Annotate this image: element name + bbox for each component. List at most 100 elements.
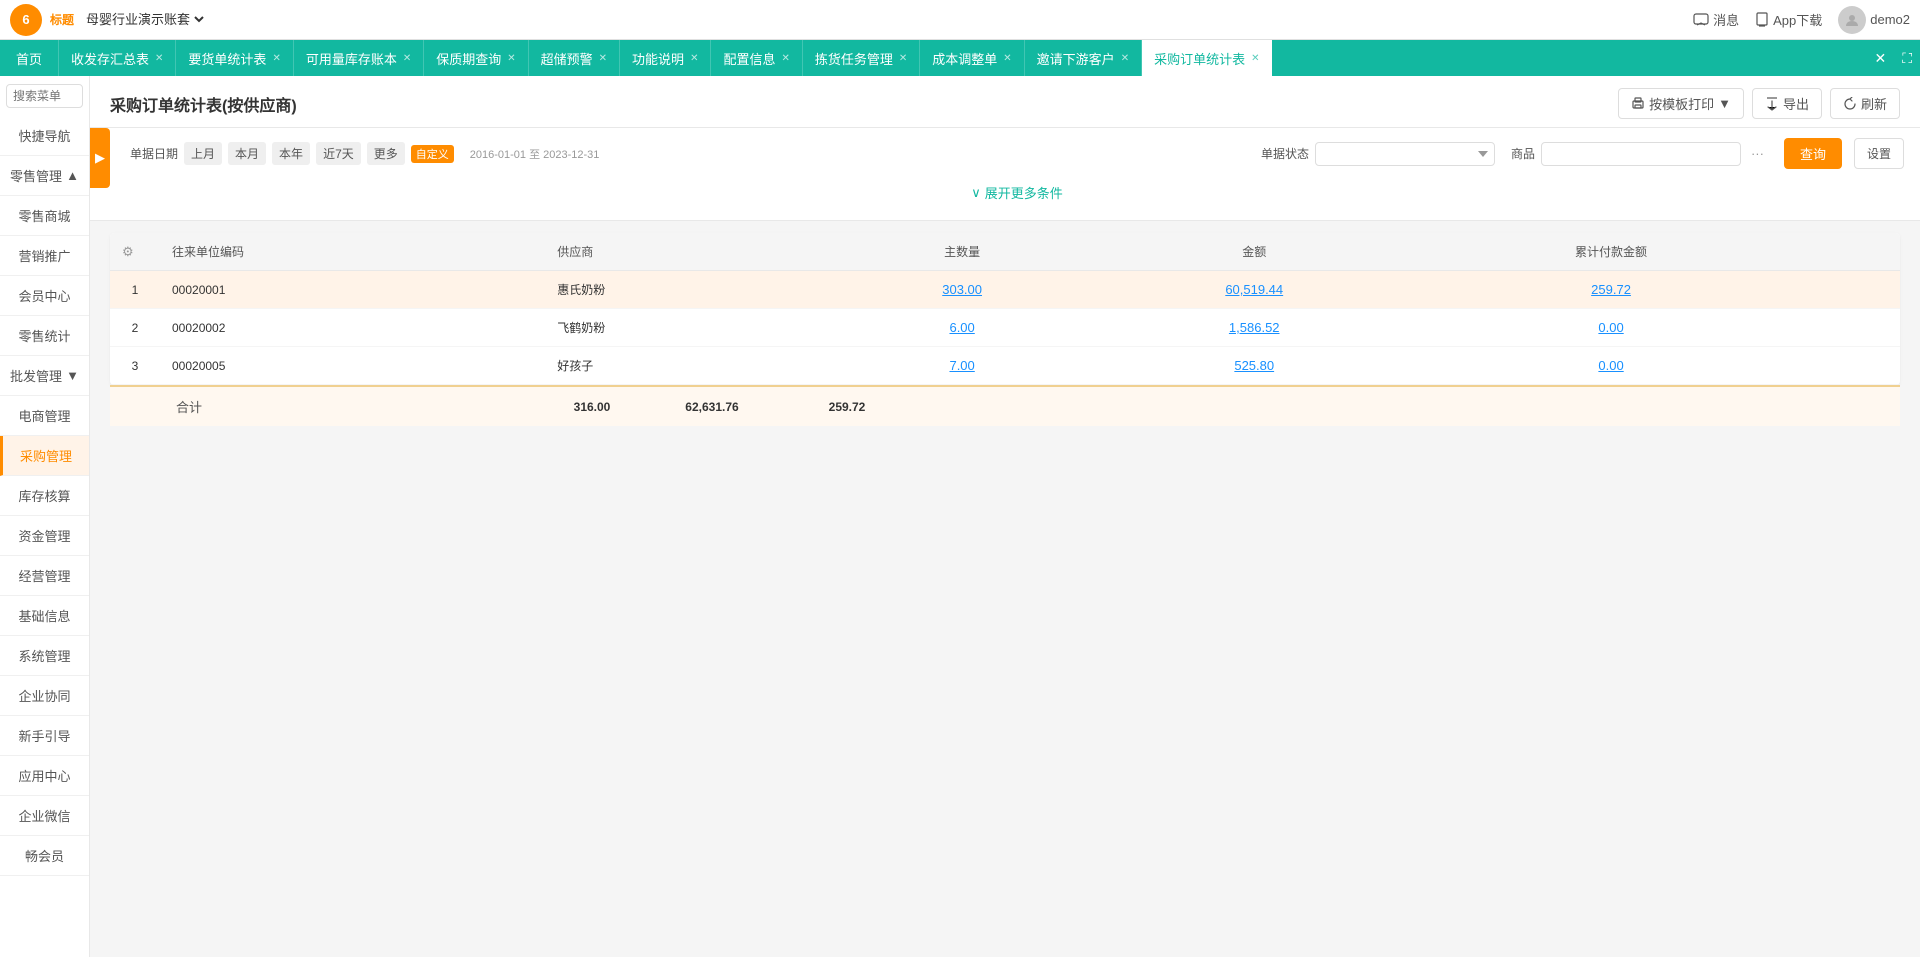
table-container: ⚙ 往来单位编码 供应商 主数量 金额 累计付款金额 1 00020001 bbox=[90, 221, 1920, 957]
print-icon bbox=[1631, 97, 1645, 111]
app-download-link[interactable]: App下载 bbox=[1755, 10, 1822, 29]
refresh-button[interactable]: 刷新 bbox=[1830, 88, 1900, 119]
date-this-month[interactable]: 本月 bbox=[228, 142, 266, 165]
qty-link-3[interactable]: 7.00 bbox=[949, 358, 974, 373]
query-button[interactable]: 查询 bbox=[1784, 138, 1842, 169]
close-tab-cost-adjust[interactable]: ✕ bbox=[1003, 53, 1011, 64]
sidebar-item-newbie[interactable]: 新手引导 bbox=[0, 716, 89, 756]
print-button[interactable]: 按模板打印 ▼ bbox=[1618, 88, 1744, 119]
export-icon bbox=[1765, 97, 1779, 111]
top-bar-right: 消息 App下载 demo2 bbox=[1693, 6, 1910, 34]
sidebar-item-purchase[interactable]: 采购管理 bbox=[0, 436, 89, 476]
tab-cost-adjust[interactable]: 成本调整单 ✕ bbox=[920, 40, 1024, 76]
sidebar-item-operations[interactable]: 经营管理 bbox=[0, 556, 89, 596]
paid-link-1[interactable]: 259.72 bbox=[1591, 282, 1631, 297]
close-tab-pickup-task[interactable]: ✕ bbox=[899, 53, 907, 64]
date-last-7-days[interactable]: 近7天 bbox=[316, 142, 361, 165]
message-link[interactable]: 消息 bbox=[1693, 10, 1739, 29]
col-supplier: 供应商 bbox=[545, 233, 834, 271]
close-tab-order-summary[interactable]: ✕ bbox=[272, 53, 280, 64]
column-settings-icon[interactable]: ⚙ bbox=[122, 244, 134, 259]
sidebar-item-retail-shop[interactable]: 零售商城 bbox=[0, 196, 89, 236]
sidebar-item-member[interactable]: 会员中心 bbox=[0, 276, 89, 316]
cell-supplier-2: 飞鹤奶粉 bbox=[545, 309, 834, 347]
cell-qty-1: 303.00 bbox=[834, 271, 1090, 309]
print-dropdown-icon: ▼ bbox=[1718, 96, 1731, 111]
date-filter: 单据日期 上月 本月 本年 近7天 更多 自定义 bbox=[130, 142, 454, 165]
qty-link-1[interactable]: 303.00 bbox=[942, 282, 982, 297]
expand-filter-panel[interactable]: ▶ bbox=[90, 128, 110, 188]
export-button[interactable]: 导出 bbox=[1752, 88, 1822, 119]
tab-config-info[interactable]: 配置信息 ✕ bbox=[711, 40, 802, 76]
cell-paid-1: 259.72 bbox=[1418, 271, 1803, 309]
table-row: 1 00020001 惠氏奶粉 303.00 60,519.44 259.72 bbox=[110, 271, 1900, 309]
settings-button[interactable]: 设置 bbox=[1854, 138, 1904, 169]
status-select[interactable] bbox=[1315, 142, 1495, 166]
date-more[interactable]: 更多 bbox=[367, 142, 405, 165]
date-last-month[interactable]: 上月 bbox=[184, 142, 222, 165]
footer-label-area: 合计 bbox=[172, 397, 332, 416]
sidebar-item-retail-stats[interactable]: 零售统计 bbox=[0, 316, 89, 356]
search-input[interactable] bbox=[6, 84, 83, 108]
product-more-btn[interactable]: ··· bbox=[1747, 146, 1768, 161]
expand-tabs[interactable]: ⛶ bbox=[1894, 50, 1920, 67]
close-all-tabs[interactable]: ✕ bbox=[1866, 50, 1894, 67]
tab-receive-summary[interactable]: 收发存汇总表 ✕ bbox=[59, 40, 176, 76]
query-actions: 查询 设置 bbox=[1784, 138, 1904, 169]
tab-pickup-task[interactable]: 拣货任务管理 ✕ bbox=[803, 40, 920, 76]
sidebar-item-system[interactable]: 系统管理 bbox=[0, 636, 89, 676]
tab-home[interactable]: 首页 bbox=[0, 40, 59, 76]
date-this-year[interactable]: 本年 bbox=[272, 142, 310, 165]
sidebar-item-app-center[interactable]: 应用中心 bbox=[0, 756, 89, 796]
date-range-display: 2016-01-01 至 2023-12-31 bbox=[470, 146, 600, 162]
table-body: 1 00020001 惠氏奶粉 303.00 60,519.44 259.72 bbox=[110, 271, 1900, 385]
product-input[interactable] bbox=[1541, 142, 1741, 166]
tab-overstock-warning[interactable]: 超储预警 ✕ bbox=[529, 40, 620, 76]
user-avatar[interactable]: demo2 bbox=[1838, 6, 1910, 34]
sidebar-item-enterprise-wechat[interactable]: 企业微信 bbox=[0, 796, 89, 836]
custom-date-tag: 自定义 bbox=[411, 145, 454, 163]
sidebar-item-wholesale[interactable]: 批发管理 ▼ bbox=[0, 356, 89, 396]
sidebar-item-ecommerce[interactable]: 电商管理 bbox=[0, 396, 89, 436]
cell-amount-1: 60,519.44 bbox=[1090, 271, 1418, 309]
tab-expiry-query[interactable]: 保质期查询 ✕ bbox=[424, 40, 528, 76]
sidebar-item-member-vip[interactable]: 畅会员 bbox=[0, 836, 89, 876]
sidebar-item-retail[interactable]: 零售管理 ▲ bbox=[0, 156, 89, 196]
status-filter: 单据状态 bbox=[1261, 142, 1495, 166]
tab-available-stock[interactable]: 可用量库存账本 ✕ bbox=[294, 40, 424, 76]
close-tab-expiry-query[interactable]: ✕ bbox=[507, 53, 515, 64]
col-extra bbox=[1804, 233, 1900, 271]
sidebar-item-basic-info[interactable]: 基础信息 bbox=[0, 596, 89, 636]
close-tab-receive-summary[interactable]: ✕ bbox=[155, 53, 163, 64]
table-row: 2 00020002 飞鹤奶粉 6.00 1,586.52 0.00 bbox=[110, 309, 1900, 347]
close-tab-overstock-warning[interactable]: ✕ bbox=[599, 53, 607, 64]
close-tab-purchase-summary[interactable]: ✕ bbox=[1251, 53, 1259, 64]
tab-invite-downstream[interactable]: 邀请下游客户 ✕ bbox=[1025, 40, 1142, 76]
close-tab-function-desc[interactable]: ✕ bbox=[690, 53, 698, 64]
cell-extra-2 bbox=[1804, 309, 1900, 347]
close-tab-invite-downstream[interactable]: ✕ bbox=[1121, 53, 1129, 64]
amount-link-2[interactable]: 1,586.52 bbox=[1229, 320, 1280, 335]
amount-link-1[interactable]: 60,519.44 bbox=[1225, 282, 1283, 297]
amount-link-3[interactable]: 525.80 bbox=[1234, 358, 1274, 373]
sidebar-item-inventory[interactable]: 库存核算 bbox=[0, 476, 89, 516]
tab-purchase-summary[interactable]: 采购订单统计表 ✕ bbox=[1142, 40, 1272, 76]
paid-link-2[interactable]: 0.00 bbox=[1598, 320, 1623, 335]
expand-more-conditions[interactable]: ∨ 展开更多条件 bbox=[971, 183, 1063, 202]
sidebar-item-enterprise[interactable]: 企业协同 bbox=[0, 676, 89, 716]
qty-link-2[interactable]: 6.00 bbox=[949, 320, 974, 335]
close-tab-config-info[interactable]: ✕ bbox=[781, 53, 789, 64]
col-partner-code: 往来单位编码 bbox=[160, 233, 545, 271]
close-tab-available-stock[interactable]: ✕ bbox=[403, 53, 411, 64]
sidebar-item-quick-nav[interactable]: 快捷导航 bbox=[0, 116, 89, 156]
sidebar-item-finance[interactable]: 资金管理 bbox=[0, 516, 89, 556]
cell-code-2: 00020002 bbox=[160, 309, 545, 347]
sidebar-search-area bbox=[0, 76, 89, 116]
paid-link-3[interactable]: 0.00 bbox=[1598, 358, 1623, 373]
sidebar-item-marketing[interactable]: 营销推广 bbox=[0, 236, 89, 276]
cell-amount-3: 525.80 bbox=[1090, 347, 1418, 385]
tab-function-desc[interactable]: 功能说明 ✕ bbox=[620, 40, 711, 76]
filter-row-1: 单据日期 上月 本月 本年 近7天 更多 自定义 2016-01-01 至 20… bbox=[130, 138, 1904, 169]
store-selector[interactable]: 母婴行业演示账套 bbox=[82, 11, 207, 28]
tab-order-summary[interactable]: 要货单统计表 ✕ bbox=[176, 40, 293, 76]
